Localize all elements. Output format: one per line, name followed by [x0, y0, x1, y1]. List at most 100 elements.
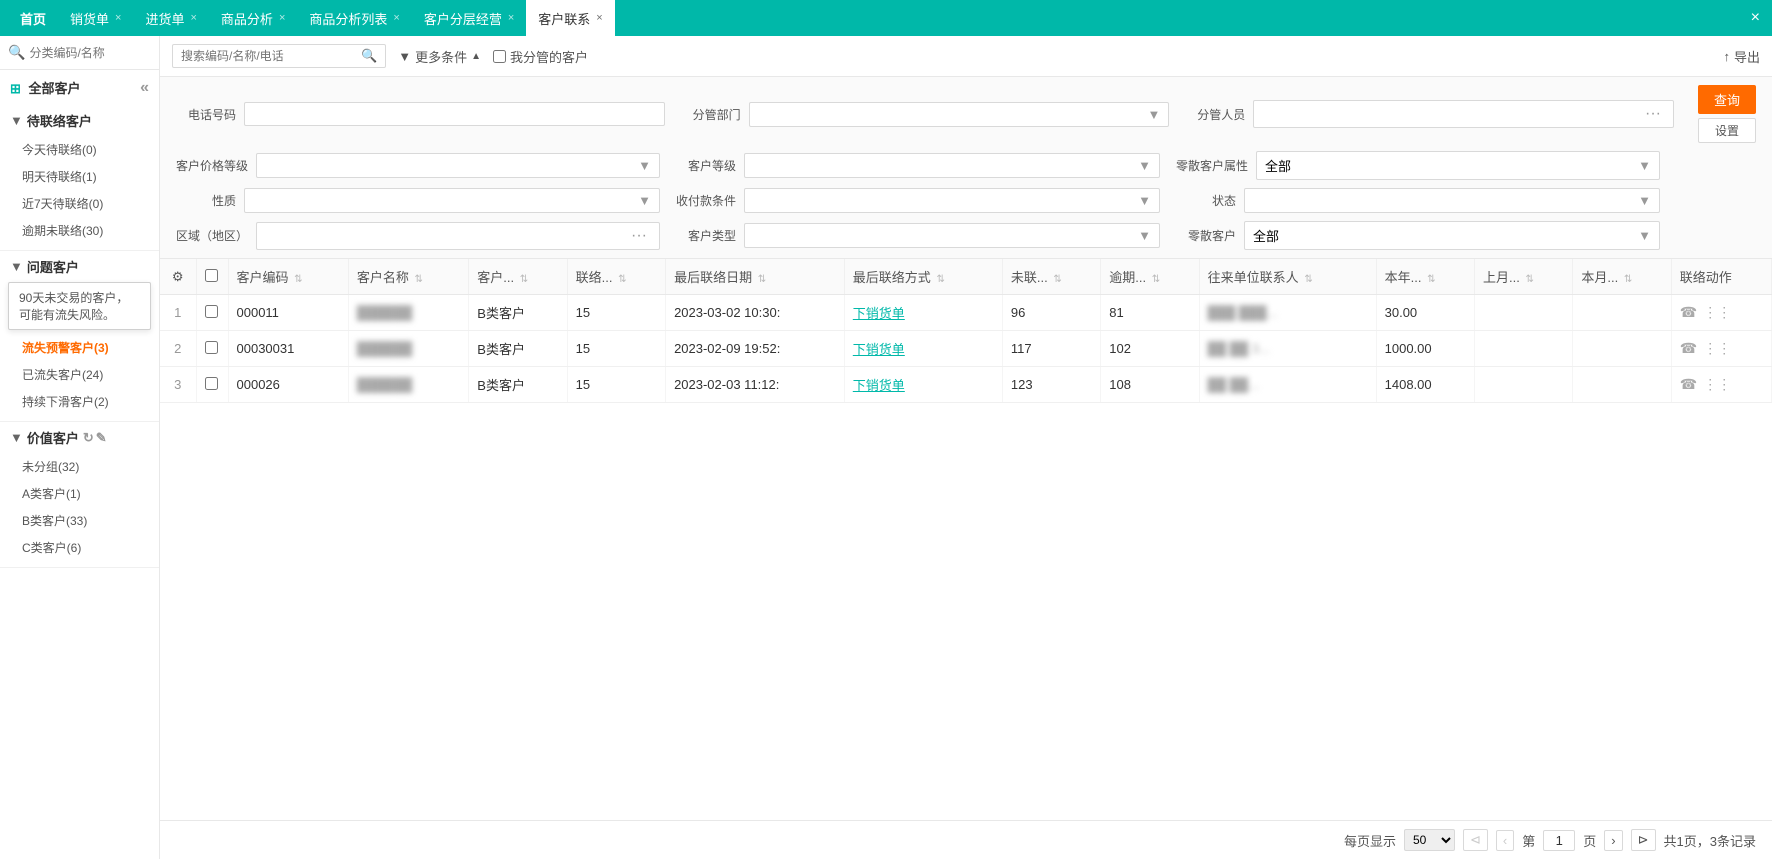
sidebar-item-churned[interactable]: 已流失客户(24) [0, 361, 159, 388]
row-action-phone[interactable]: ☎ [1680, 304, 1697, 321]
row-checkbox[interactable] [196, 331, 228, 367]
sidebar-group-pending-title[interactable]: ▼ 待联络客户 [0, 105, 159, 136]
row-last-method[interactable]: 下销货单 [844, 367, 1002, 403]
region-select[interactable]: ··· [256, 222, 660, 250]
tab-customer-contact[interactable]: 客户联系 × [526, 0, 614, 36]
main-layout: 🔍 ⊞ 全部客户 « ▼ 待联络客户 今天待联络(0) 明天待联络(1) 近7天… [0, 36, 1772, 859]
first-page-btn[interactable]: ⊲ [1463, 829, 1488, 851]
dept-select[interactable]: ▼ [749, 102, 1170, 127]
customer-level-label: 客户等级 [676, 157, 736, 174]
sidebar-group-problem-title[interactable]: ▼ 问题客户 [0, 251, 159, 282]
chevron-icon: ▲ [471, 51, 481, 62]
row-contact-person: ██ ██... [1199, 367, 1376, 403]
close-purchase-tab[interactable]: × [190, 12, 196, 24]
tab-home[interactable]: 首页 [8, 0, 58, 36]
sidebar-group-value-title[interactable]: ▼ 价值客户 ↻ ✎ [0, 422, 159, 453]
th-name[interactable]: 客户名称 ⇅ [348, 259, 468, 295]
my-customers-check[interactable] [493, 50, 506, 63]
sidebar-item-b-class[interactable]: B类客户(33) [0, 507, 159, 534]
row-action-phone[interactable]: ☎ [1680, 340, 1697, 357]
my-customers-checkbox[interactable]: 我分管的客户 [493, 47, 588, 66]
th-contact-person[interactable]: 往来单位联系人 ⇅ [1199, 259, 1376, 295]
sidebar-item-declining[interactable]: 持续下滑客户(2) [0, 388, 159, 415]
tab-sales[interactable]: 销货单 × [58, 0, 133, 36]
phone-input[interactable] [244, 102, 665, 126]
sidebar-item-c-class[interactable]: C类客户(6) [0, 534, 159, 561]
th-this-year[interactable]: 本年... ⇅ [1376, 259, 1474, 295]
sidebar-item-today[interactable]: 今天待联络(0) [0, 136, 159, 163]
retail-customer-select[interactable]: 全部 ▼ [1244, 221, 1660, 250]
sidebar-search-input[interactable] [29, 46, 160, 60]
value-edit-icon[interactable]: ✎ [96, 430, 107, 446]
sidebar-item-ungrouped[interactable]: 未分组(32) [0, 453, 159, 480]
sidebar-item-overdue[interactable]: 逾期未联络(30) [0, 217, 159, 244]
tab-customer-layer[interactable]: 客户分层经营 × [412, 0, 526, 36]
th-last-month[interactable]: 上月... ⇅ [1475, 259, 1573, 295]
th-checkbox[interactable] [196, 259, 228, 295]
retail-attr-select[interactable]: 全部 ▼ [1256, 151, 1660, 180]
row-action-more[interactable]: ⋮⋮ [1703, 340, 1731, 357]
export-btn[interactable]: ↑ 导出 [1723, 47, 1760, 66]
sidebar-item-a-class[interactable]: A类客户(1) [0, 480, 159, 507]
more-conditions-btn[interactable]: ▼ 更多条件 ▲ [398, 47, 481, 66]
tab-product-analysis[interactable]: 商品分析 × [209, 0, 297, 36]
row-checkbox[interactable] [196, 367, 228, 403]
th-overdue[interactable]: 逾期... ⇅ [1101, 259, 1199, 295]
sidebar-root[interactable]: ⊞ 全部客户 « [0, 70, 159, 105]
row-code: 00030031 [228, 331, 348, 367]
th-this-month[interactable]: 本月... ⇅ [1573, 259, 1671, 295]
close-product-analysis-tab[interactable]: × [279, 12, 285, 24]
th-contact[interactable]: 联络... ⇅ [567, 259, 665, 295]
close-product-analysis-list-tab[interactable]: × [393, 12, 399, 24]
th-no-contact[interactable]: 未联... ⇅ [1002, 259, 1100, 295]
query-btn[interactable]: 查询 [1698, 85, 1756, 114]
status-select[interactable]: ▼ [1244, 188, 1660, 213]
close-sales-tab[interactable]: × [115, 12, 121, 24]
tab-product-analysis-list[interactable]: 商品分析列表 × [297, 0, 411, 36]
search-input[interactable] [181, 49, 361, 63]
region-ellipsis[interactable]: ··· [627, 227, 651, 245]
payment-select[interactable]: ▼ [744, 188, 1160, 213]
close-customer-contact-tab[interactable]: × [596, 12, 602, 24]
price-level-select[interactable]: ▼ [256, 153, 660, 178]
sidebar-item-week[interactable]: 近7天待联络(0) [0, 190, 159, 217]
row-last-date: 2023-03-02 10:30: [666, 295, 845, 331]
customer-level-select[interactable]: ▼ [744, 153, 1160, 178]
per-page-select[interactable]: 50 100 [1404, 829, 1455, 851]
row-action-more[interactable]: ⋮⋮ [1703, 304, 1731, 321]
row-no-contact: 117 [1002, 331, 1100, 367]
th-code[interactable]: 客户编码 ⇅ [228, 259, 348, 295]
th-last-date[interactable]: 最后联络日期 ⇅ [666, 259, 845, 295]
filter-payment: 收付款条件 ▼ [676, 188, 1160, 213]
th-gear[interactable]: ⚙ [160, 259, 196, 295]
row-last-method[interactable]: 下销货单 [844, 331, 1002, 367]
sidebar-item-churn-warning[interactable]: 流失预警客户(3) [0, 334, 159, 361]
data-table: ⚙ 客户编码 ⇅ 客户名称 ⇅ 客户... ⇅ [160, 259, 1772, 403]
th-last-method[interactable]: 最后联络方式 ⇅ [844, 259, 1002, 295]
tab-purchase[interactable]: 进货单 × [133, 0, 208, 36]
th-type[interactable]: 客户... ⇅ [469, 259, 567, 295]
row-action-more[interactable]: ⋮⋮ [1703, 376, 1731, 393]
filter-bar: 🔍 ▼ 更多条件 ▲ 我分管的客户 ↑ 导出 [160, 36, 1772, 77]
table-row: 1 000011 ██████ B类客户 15 2023-03-02 10:30… [160, 295, 1772, 331]
select-all-checkbox[interactable] [205, 269, 218, 282]
row-action-phone[interactable]: ☎ [1680, 376, 1697, 393]
row-checkbox[interactable] [196, 295, 228, 331]
value-refresh-icon[interactable]: ↻ [83, 430, 94, 446]
grid-icon: ⊞ [10, 81, 21, 96]
sidebar-item-tomorrow[interactable]: 明天待联络(1) [0, 163, 159, 190]
search-btn[interactable]: 🔍 [361, 48, 377, 64]
collapse-icon[interactable]: « [140, 79, 149, 97]
settings-btn[interactable]: 设置 [1698, 118, 1756, 143]
close-customer-layer-tab[interactable]: × [508, 12, 514, 24]
next-page-btn[interactable]: › [1604, 830, 1622, 851]
manager-ellipsis[interactable]: ··· [1641, 105, 1665, 123]
prev-page-btn[interactable]: ‹ [1496, 830, 1514, 851]
last-page-btn[interactable]: ⊳ [1631, 829, 1656, 851]
gender-select[interactable]: ▼ [244, 188, 660, 213]
manager-select[interactable]: ··· [1253, 100, 1674, 128]
customer-type-select[interactable]: ▼ [744, 223, 1160, 248]
page-num-input[interactable] [1543, 830, 1575, 851]
close-all-tabs[interactable]: × [1751, 9, 1760, 27]
row-last-method[interactable]: 下销货单 [844, 295, 1002, 331]
